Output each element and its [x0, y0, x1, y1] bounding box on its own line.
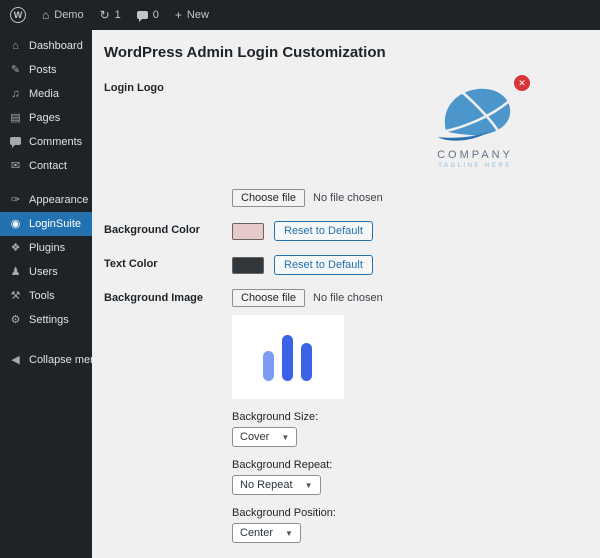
login-logo-row: Login Logo ✕ COMPANY TAGLINE HERE Choose…: [104, 75, 586, 207]
settings-icon: ⚙: [10, 313, 21, 326]
settings-page: WordPress Admin Login Customization Logi…: [92, 30, 600, 558]
pages-icon: ▤: [10, 111, 21, 124]
admin-bar: W ⌂ Demo ↻ 1 0 + New: [0, 0, 600, 30]
sidebar-item-label: Plugins: [29, 242, 66, 254]
background-color-row: Background Color Reset to Default: [104, 221, 586, 241]
logo-file-status: No file chosen: [313, 192, 383, 204]
media-icon: ♫: [11, 87, 20, 100]
dashboard-icon: ⌂: [12, 39, 19, 52]
text-color-reset-button[interactable]: Reset to Default: [274, 255, 373, 275]
main-layout: ⌂ Dashboard ✎ Posts ♫ Media ▤ Pages Comm…: [0, 30, 600, 558]
background-image-preview: [232, 315, 344, 399]
bar-chart-image: [263, 335, 312, 381]
sidebar-item-pages[interactable]: ▤ Pages: [0, 106, 92, 130]
text-color-label: Text Color: [104, 258, 158, 270]
text-color-row: Text Color Reset to Default: [104, 255, 586, 275]
background-image-row: Background Image Choose file No file cho…: [104, 289, 586, 558]
sidebar-item-label: Posts: [29, 64, 57, 76]
background-choose-file-button[interactable]: Choose file: [232, 289, 306, 307]
background-repeat-select[interactable]: No Repeat ▼: [232, 475, 321, 495]
sidebar-item-label: Pages: [29, 112, 61, 124]
text-color-field: Reset to Default: [232, 255, 586, 275]
background-color-reset-button[interactable]: Reset to Default: [274, 221, 373, 241]
sidebar-item-users[interactable]: ♟ Users: [0, 260, 92, 284]
background-position-label: Background Position:: [232, 507, 336, 519]
sidebar-item-label: Contact: [29, 160, 67, 172]
login-logo-field: ✕ COMPANY TAGLINE HERE Choose file No fi…: [232, 75, 586, 207]
sidebar-item-media[interactable]: ♫ Media: [0, 82, 92, 106]
sidebar-item-label: Comments: [29, 136, 83, 148]
sidebar-separator: [0, 178, 92, 188]
background-position-select[interactable]: Center ▼: [232, 523, 301, 543]
update-icon: ↻: [99, 8, 110, 22]
appearance-icon: ✑: [10, 193, 21, 206]
sidebar-item-plugins[interactable]: ❖ Plugins: [0, 236, 92, 260]
comment-count: 0: [152, 9, 159, 21]
tools-icon: ⚒: [10, 289, 21, 302]
sidebar-item-tools[interactable]: ⚒ Tools: [0, 284, 92, 308]
sidebar-item-comments[interactable]: Comments: [0, 130, 92, 154]
login-logo-label: Login Logo: [104, 82, 164, 94]
background-size-value: Cover: [240, 431, 270, 443]
sidebar-item-label: Dashboard: [29, 40, 83, 52]
background-size-select[interactable]: Cover ▼: [232, 427, 298, 447]
login-logo-preview: COMPANY TAGLINE HERE: [414, 83, 536, 169]
background-image-label: Background Image: [104, 292, 204, 304]
sidebar-item-posts[interactable]: ✎ Posts: [0, 58, 92, 82]
chevron-down-icon: ▼: [281, 432, 290, 442]
page-title: WordPress Admin Login Customization: [104, 44, 386, 61]
new-content-menu[interactable]: + New: [175, 9, 209, 21]
company-tagline-text: TAGLINE HERE: [438, 163, 512, 169]
sidebar-item-loginsuite[interactable]: ◉ LoginSuite: [0, 212, 92, 236]
update-count: 1: [114, 9, 121, 21]
logo-file-control: Choose file No file chosen: [232, 189, 586, 207]
admin-sidebar: ⌂ Dashboard ✎ Posts ♫ Media ▤ Pages Comm…: [0, 30, 102, 558]
background-image-file-control: Choose file No file chosen: [232, 289, 586, 307]
company-name-text: COMPANY: [437, 149, 513, 161]
comments-indicator[interactable]: 0: [136, 9, 159, 22]
sidebar-item-dashboard[interactable]: ⌂ Dashboard: [0, 34, 92, 58]
collapse-arrow-icon: ◀: [11, 353, 20, 366]
plugins-icon: ❖: [10, 241, 21, 254]
background-position-value: Center: [240, 527, 274, 539]
contact-icon: ✉: [10, 159, 21, 172]
sidebar-item-label: Appearance: [29, 194, 89, 206]
sidebar-item-label: LoginSuite: [29, 218, 81, 230]
sidebar-item-label: Tools: [29, 290, 55, 302]
background-color-swatch[interactable]: [232, 222, 264, 240]
posts-icon: ✎: [10, 63, 21, 76]
updates-indicator[interactable]: ↻ 1: [100, 9, 121, 21]
comments-icon: [9, 136, 22, 148]
sidebar-item-label: Users: [29, 266, 58, 278]
sidebar-item-appearance[interactable]: ✑ Appearance: [0, 188, 92, 212]
background-color-label: Background Color: [104, 224, 200, 236]
sidebar-item-label: Settings: [29, 314, 69, 326]
background-file-status: No file chosen: [313, 292, 383, 304]
chevron-down-icon: ▼: [285, 528, 293, 538]
site-name-menu[interactable]: ⌂ Demo: [42, 9, 84, 21]
comment-bubble-icon: [136, 11, 148, 22]
collapse-menu-button[interactable]: ◀ Collapse menu: [0, 348, 102, 372]
logo-choose-file-button[interactable]: Choose file: [232, 189, 306, 207]
home-icon: ⌂: [42, 8, 50, 22]
chevron-down-icon: ▼: [304, 480, 313, 490]
sidebar-item-label: Media: [29, 88, 59, 100]
new-label: New: [186, 9, 209, 21]
sidebar-item-settings[interactable]: ⚙ Settings: [0, 308, 92, 332]
site-name-label: Demo: [54, 9, 84, 21]
background-repeat-label: Background Repeat:: [232, 459, 333, 471]
loginsuite-icon: ◉: [10, 217, 21, 230]
text-color-swatch[interactable]: [232, 256, 264, 274]
wordpress-logo-icon[interactable]: W: [10, 7, 26, 23]
login-logo-preview-area: ✕ COMPANY TAGLINE HERE: [232, 75, 586, 185]
company-leaf-icon: [438, 88, 511, 141]
plus-icon: +: [174, 8, 182, 22]
background-image-field: Choose file No file chosen Background Si…: [232, 289, 586, 558]
delete-logo-button[interactable]: ✕: [514, 75, 530, 91]
background-color-field: Reset to Default: [232, 221, 586, 241]
background-size-label: Background Size:: [232, 411, 319, 423]
users-icon: ♟: [10, 265, 21, 278]
background-repeat-value: No Repeat: [240, 479, 293, 491]
sidebar-item-contact[interactable]: ✉ Contact: [0, 154, 92, 178]
